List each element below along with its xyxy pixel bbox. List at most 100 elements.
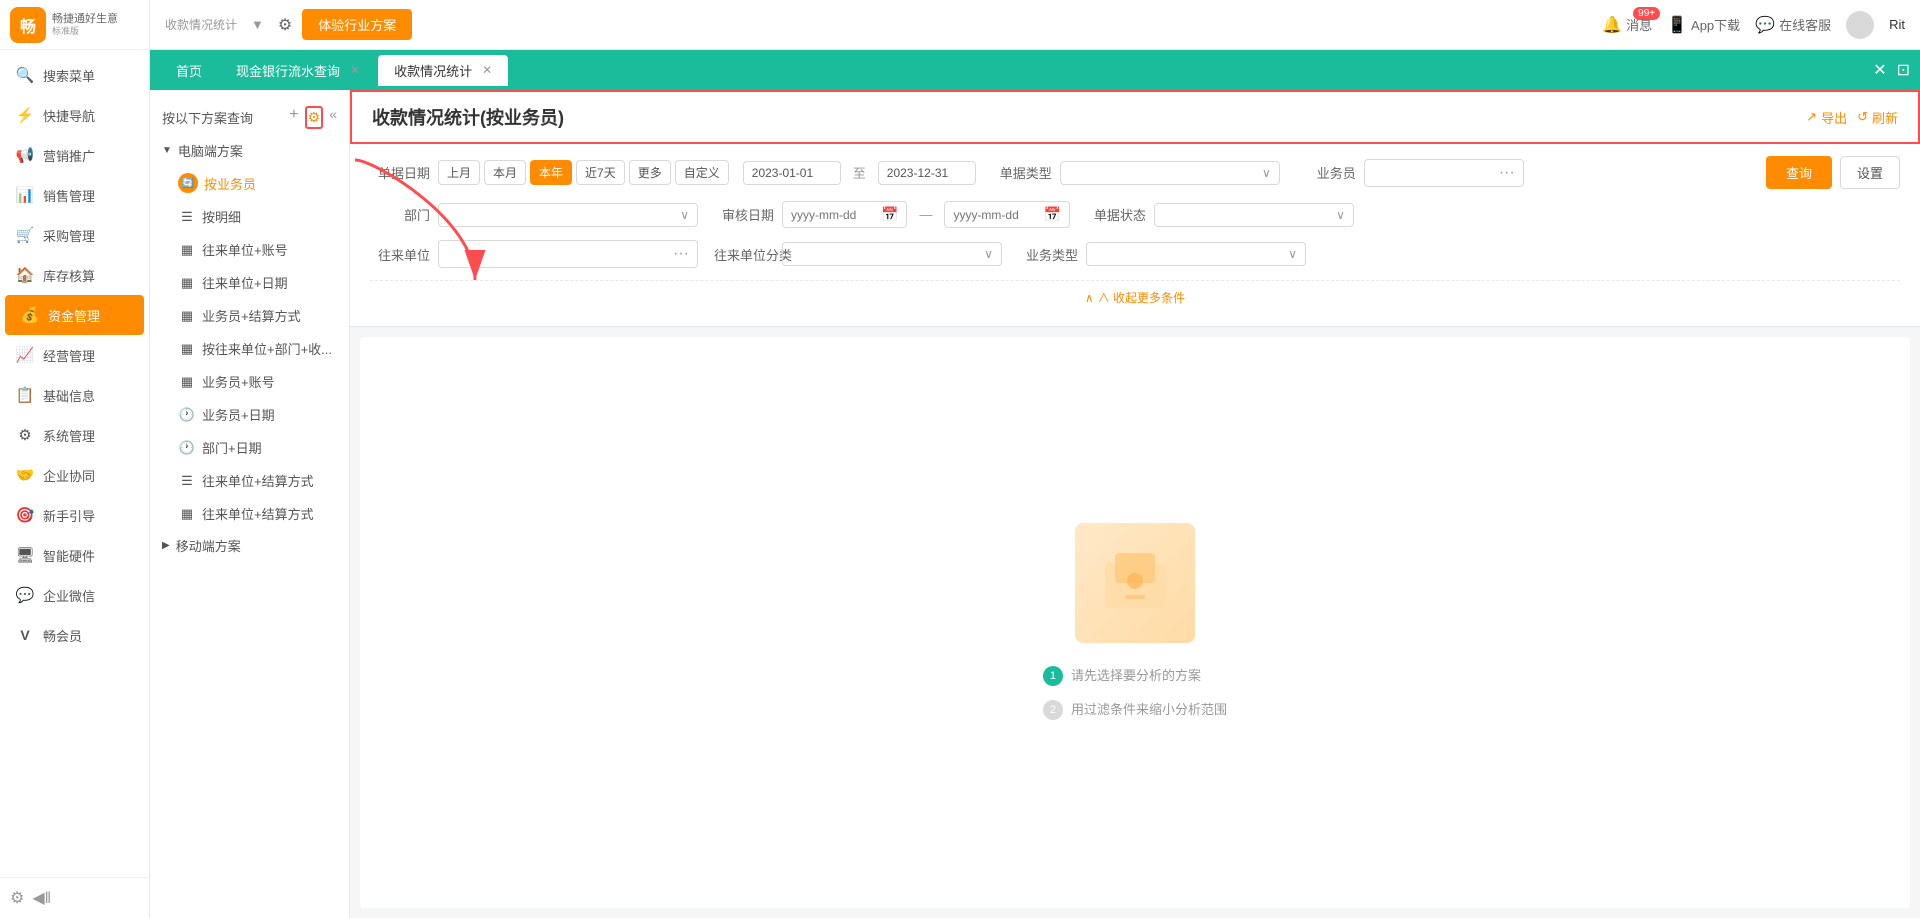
date-btn-this-month[interactable]: 本月	[484, 160, 526, 185]
scheme-unit-date[interactable]: ▦ 往来单位+日期	[150, 266, 349, 299]
date-start-input[interactable]	[752, 166, 832, 180]
logo-area: 畅 畅捷通好生意 标准版	[0, 0, 149, 50]
sidebar-item-member[interactable]: V 畅会员	[0, 615, 149, 655]
refresh-button[interactable]: ↺ 刷新	[1857, 108, 1898, 127]
scheme-unit-account[interactable]: ▦ 往来单位+账号	[150, 233, 349, 266]
marketing-icon: 📢	[15, 145, 35, 165]
date-end-input-wrapper	[878, 161, 976, 185]
doc-status-select[interactable]: ∨	[1154, 203, 1354, 227]
settings-footer-icon[interactable]: ⚙	[10, 888, 24, 908]
tab-bank[interactable]: 现金银行流水查询 ✕	[220, 55, 376, 86]
sidebar-item-basic[interactable]: 📋 基础信息	[0, 375, 149, 415]
settings-button[interactable]: 设置	[1840, 156, 1900, 189]
collapse-panel-icon[interactable]: «	[329, 106, 337, 129]
sidebar-item-system[interactable]: ⚙ 系统管理	[0, 415, 149, 455]
breadcrumb-chevron: ▼	[251, 17, 264, 32]
close-window-icon[interactable]: ✕	[1873, 60, 1886, 80]
review-start-cal-icon[interactable]: 📅	[881, 206, 898, 223]
date-btn-7days[interactable]: 近7天	[576, 160, 625, 185]
detail-icon: ☰	[178, 208, 196, 226]
scheme-unit-dept-receipt[interactable]: ▦ 按往来单位+部门+收...	[150, 332, 349, 365]
finance-icon: 💰	[20, 305, 40, 325]
filter-row-3: 往来单位 ··· 往来单位分类 ∨ 业务	[370, 240, 1900, 268]
date-filter-item: 单据日期 上月 本月 本年 近7天 更多 自定义 至	[370, 160, 976, 185]
app-download-button[interactable]: 📱 App下载	[1667, 15, 1740, 35]
salesperson-more-icon[interactable]: ···	[1499, 164, 1515, 182]
doc-status-filter-item: 单据状态 ∨	[1086, 203, 1354, 227]
doc-type-select[interactable]: ∨	[1060, 161, 1280, 185]
scheme-unit-method1[interactable]: ☰ 往来单位+结算方式	[150, 464, 349, 497]
tab-receipt-close[interactable]: ✕	[482, 63, 492, 77]
review-end-cal-icon[interactable]: 📅	[1043, 206, 1060, 223]
desktop-scheme-header[interactable]: ▼ 电脑端方案	[150, 135, 349, 166]
main-area: 收款情况统计 ▼ ⚙ 体验行业方案 🔔 消息 99+ 📱 App下载 💬 在线客…	[150, 0, 1920, 918]
date-btn-last-month[interactable]: 上月	[438, 160, 480, 185]
query-button[interactable]: 查询	[1766, 156, 1832, 189]
trial-button[interactable]: 体验行业方案	[302, 9, 412, 40]
tab-bank-close[interactable]: ✕	[350, 63, 360, 77]
search-nav-icon: 🔍	[15, 65, 35, 85]
collapse-sidebar-icon[interactable]: ◀‖	[32, 888, 51, 908]
scheme-by-salesperson[interactable]: 🔄 按业务员	[150, 166, 349, 200]
topbar-gear-icon[interactable]: ⚙	[278, 15, 292, 35]
step-num-1: 1	[1043, 666, 1063, 686]
sidebar-item-inventory[interactable]: 🏠 库存核算	[0, 255, 149, 295]
tab-receipt[interactable]: 收款情况统计 ✕	[378, 55, 508, 86]
mobile-scheme-group: ▶ 移动端方案	[150, 530, 349, 561]
dept-arrow: ∨	[680, 208, 689, 222]
sales-icon: 📊	[15, 185, 35, 205]
collapse-icon: ∧	[1085, 291, 1094, 305]
sidebar-item-hardware[interactable]: 🖥 智能硬件	[0, 535, 149, 575]
filter-row-2: 部门 ∨ 审核日期 📅 —	[370, 201, 1900, 228]
add-scheme-icon[interactable]: +	[289, 106, 298, 129]
filter-area: 单据日期 上月 本月 本年 近7天 更多 自定义 至	[350, 144, 1920, 327]
tab-home[interactable]: 首页	[160, 55, 218, 86]
review-end-input[interactable]	[953, 208, 1043, 222]
sidebar-item-marketing[interactable]: 📢 营销推广	[0, 135, 149, 175]
sidebar-item-quicknav[interactable]: ⚡ 快捷导航	[0, 95, 149, 135]
messages-button[interactable]: 🔔 消息 99+	[1602, 15, 1652, 35]
online-service-button[interactable]: 💬 在线客服	[1755, 15, 1831, 35]
mobile-scheme-header[interactable]: ▶ 移动端方案	[150, 530, 349, 561]
business-type-filter-item: 业务类型 ∨	[1018, 242, 1306, 266]
sidebar-item-operation[interactable]: 📈 经营管理	[0, 335, 149, 375]
scheme-settings-icon[interactable]: ⚙	[305, 106, 324, 129]
sidebar-item-search[interactable]: 🔍 搜索菜单	[0, 55, 149, 95]
sidebar-item-enterprise[interactable]: 🤝 企业协同	[0, 455, 149, 495]
unit-method1-icon: ☰	[178, 472, 196, 490]
sidebar-item-sales[interactable]: 📊 销售管理	[0, 175, 149, 215]
sidebar-item-wechat[interactable]: 💬 企业微信	[0, 575, 149, 615]
date-btn-more[interactable]: 更多	[629, 160, 671, 185]
scheme-dept-date[interactable]: 🕐 部门+日期	[150, 431, 349, 464]
maximize-window-icon[interactable]: ⊡	[1897, 60, 1910, 80]
business-type-select[interactable]: ∨	[1086, 242, 1306, 266]
operation-icon: 📈	[15, 345, 35, 365]
date-end-input[interactable]	[887, 166, 967, 180]
export-button[interactable]: ↗ 导出	[1806, 108, 1847, 127]
sidebar-item-guide[interactable]: 🎯 新手引导	[0, 495, 149, 535]
basic-icon: 📋	[15, 385, 35, 405]
counterpart-category-select[interactable]: ∨	[782, 242, 1002, 266]
counterpart-more-icon[interactable]: ···	[673, 245, 689, 263]
user-avatar[interactable]	[1846, 11, 1874, 39]
scheme-salesperson-date[interactable]: 🕐 业务员+日期	[150, 398, 349, 431]
dept-date-icon: 🕐	[178, 439, 196, 457]
counterpart-category-label: 往来单位分类	[714, 245, 774, 264]
scheme-by-detail[interactable]: ☰ 按明细	[150, 200, 349, 233]
date-btn-this-year[interactable]: 本年	[530, 160, 572, 185]
dept-label: 部门	[370, 205, 430, 224]
sidebar-nav: 🔍 搜索菜单 ⚡ 快捷导航 📢 营销推广 📊 销售管理 🛒 采购管理 🏠 库存核…	[0, 50, 149, 877]
collapse-filter-bar[interactable]: ∧ ∧ 收起更多条件	[370, 280, 1900, 314]
scheme-salesperson-method[interactable]: ▦ 业务员+结算方式	[150, 299, 349, 332]
date-btn-custom[interactable]: 自定义	[675, 160, 729, 185]
review-start-input[interactable]	[791, 208, 881, 222]
scheme-salesperson-account[interactable]: ▦ 业务员+账号	[150, 365, 349, 398]
dept-select[interactable]: ∨	[438, 203, 698, 227]
scheme-unit-method2[interactable]: ▦ 往来单位+结算方式	[150, 497, 349, 530]
sidebar-item-finance[interactable]: 💰 资金管理	[5, 295, 144, 335]
salesperson-select[interactable]: ···	[1364, 159, 1524, 187]
sidebar-item-purchase[interactable]: 🛒 采购管理	[0, 215, 149, 255]
scheme-panel-header: 按以下方案查询 + ⚙ «	[150, 100, 349, 135]
doc-type-arrow: ∨	[1262, 166, 1271, 180]
counterpart-select[interactable]: ···	[438, 240, 698, 268]
